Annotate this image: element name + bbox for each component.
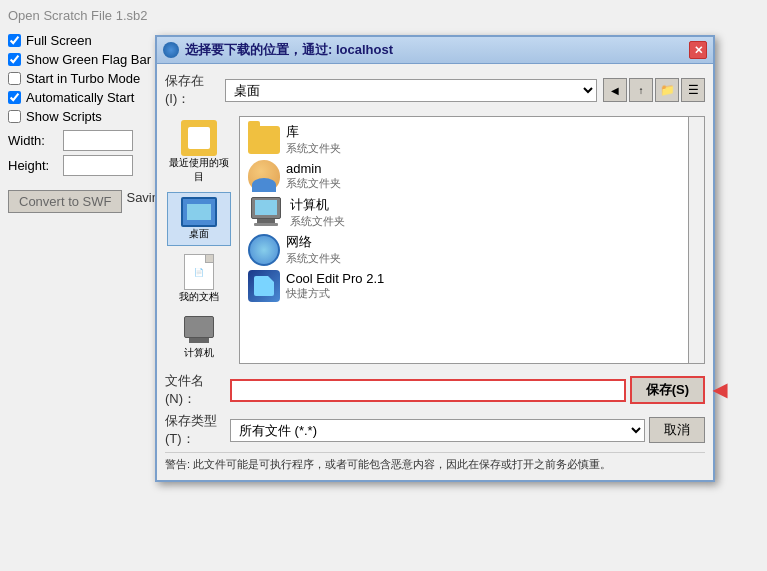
save-location-row: 保存在(I)： 桌面 ◀ ↑ 📁 ☰ xyxy=(165,72,705,108)
warning-text: 警告: 此文件可能是可执行程序，或者可能包含恶意内容，因此在保存或打开之前务必慎… xyxy=(165,452,705,472)
save-location-select[interactable]: 桌面 xyxy=(225,79,597,102)
fullscreen-checkbox[interactable] xyxy=(8,34,21,47)
person-icon-admin xyxy=(248,160,280,192)
red-arrow-save: ◀ xyxy=(713,379,727,401)
save-btn-wrapper: 保存(S) ◀ xyxy=(630,376,705,404)
turbo-label: Start in Turbo Mode xyxy=(26,71,140,86)
file-info-cooledit: Cool Edit Pro 2.1 快捷方式 xyxy=(286,271,384,301)
view-btn[interactable]: ☰ xyxy=(681,78,705,102)
computer-icon-jisuanji xyxy=(248,197,284,229)
showscripts-checkbox[interactable] xyxy=(8,110,21,123)
recent-icon xyxy=(181,120,217,156)
file-info-network: 网络 系统文件夹 xyxy=(286,233,341,266)
back-btn[interactable]: ◀ xyxy=(603,78,627,102)
dialog-titlebar: 选择要下载的位置，通过: localhost ✕ xyxy=(157,37,713,64)
dialog-title-text: 选择要下载的位置，通过: localhost xyxy=(185,41,393,59)
dialog-title: 选择要下载的位置，通过: localhost xyxy=(163,41,393,59)
width-input[interactable]: 480 xyxy=(63,130,133,151)
filename-row: 文件名(N)： 1.sb2.swf 保存(S) ◀ xyxy=(165,372,705,408)
scrollbar[interactable] xyxy=(689,116,705,364)
width-label: Width: xyxy=(8,133,63,148)
file-list-container: 库 系统文件夹 admin 系统文件夹 xyxy=(239,116,705,364)
save-location-label: 保存在(I)： xyxy=(165,72,225,108)
file-info-admin: admin 系统文件夹 xyxy=(286,161,341,191)
sidebar-recent[interactable]: 最近使用的项目 xyxy=(167,116,231,188)
sidebar-computer[interactable]: 计算机 xyxy=(167,312,231,364)
filetype-select[interactable]: 所有文件 (*.*) xyxy=(230,419,645,442)
network-icon xyxy=(248,234,280,266)
dialog-icon xyxy=(163,42,179,58)
height-input[interactable]: 360 xyxy=(63,155,133,176)
app-title: Open Scratch File 1.sb2 xyxy=(8,8,759,23)
autostart-label: Automatically Start xyxy=(26,90,134,105)
cooledit-icon xyxy=(248,270,280,302)
filename-label: 文件名(N)： xyxy=(165,372,230,408)
fullscreen-label: Full Screen xyxy=(26,33,92,48)
file-item-network[interactable]: 网络 系统文件夹 xyxy=(244,231,684,268)
save-dialog: 选择要下载的位置，通过: localhost ✕ 保存在(I)： 桌面 ◀ ↑ … xyxy=(155,35,715,482)
showscripts-label: Show Scripts xyxy=(26,109,102,124)
sidebar-desktop[interactable]: 桌面 xyxy=(167,192,231,246)
filetype-row: 保存类型(T)： 所有文件 (*.*) 取消 xyxy=(165,412,705,448)
height-label: Height: xyxy=(8,158,63,173)
folder-icon-ku xyxy=(248,126,280,154)
mydocs-icon: 📄 xyxy=(184,254,214,290)
file-info-ku: 库 系统文件夹 xyxy=(286,123,341,156)
file-list: 库 系统文件夹 admin 系统文件夹 xyxy=(239,116,689,364)
computer-icon xyxy=(181,316,217,346)
cancel-button[interactable]: 取消 xyxy=(649,417,705,443)
greenbar-label: Show Green Flag Bar xyxy=(26,52,151,67)
filename-input[interactable]: 1.sb2.swf xyxy=(230,379,626,402)
dialog-close-btn[interactable]: ✕ xyxy=(689,41,707,59)
turbo-checkbox[interactable] xyxy=(8,72,21,85)
file-item-cooledit[interactable]: Cool Edit Pro 2.1 快捷方式 xyxy=(244,268,684,304)
greenbar-checkbox[interactable] xyxy=(8,53,21,66)
desktop-icon xyxy=(181,197,217,227)
up-btn[interactable]: ↑ xyxy=(629,78,653,102)
new-folder-btn[interactable]: 📁 xyxy=(655,78,679,102)
sidebar-mydocs[interactable]: 📄 我的文档 xyxy=(167,250,231,308)
dialog-content-area: 最近使用的项目 桌面 📄 我的文档 xyxy=(165,116,705,364)
autostart-checkbox[interactable] xyxy=(8,91,21,104)
file-item-computer[interactable]: 计算机 系统文件夹 xyxy=(244,194,684,231)
file-item-admin[interactable]: admin 系统文件夹 xyxy=(244,158,684,194)
save-button[interactable]: 保存(S) xyxy=(630,376,705,404)
filetype-label: 保存类型(T)： xyxy=(165,412,230,448)
file-item-ku[interactable]: 库 系统文件夹 xyxy=(244,121,684,158)
file-info-computer: 计算机 系统文件夹 xyxy=(290,196,345,229)
convert-btn[interactable]: Convert to SWF xyxy=(8,190,122,213)
dialog-body: 保存在(I)： 桌面 ◀ ↑ 📁 ☰ 最近使用的项目 xyxy=(157,64,713,480)
dialog-sidebar: 最近使用的项目 桌面 📄 我的文档 xyxy=(165,116,233,364)
